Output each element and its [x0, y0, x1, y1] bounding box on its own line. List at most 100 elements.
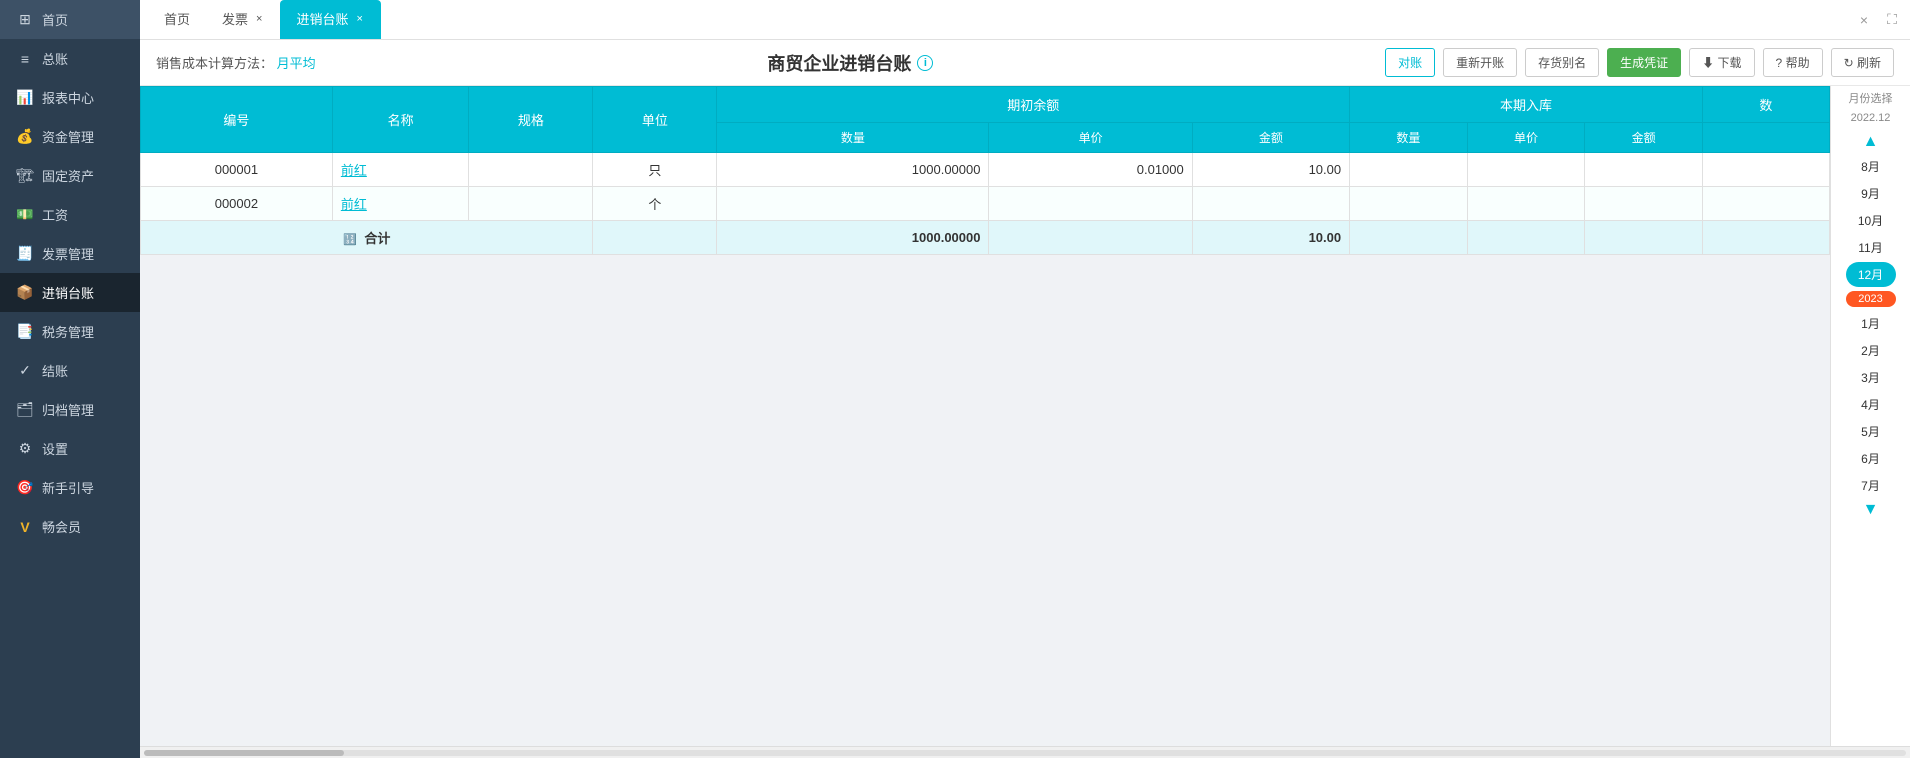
month-item-9[interactable]: 9月	[1846, 181, 1896, 206]
tab-invoice-label: 发票	[222, 9, 248, 28]
ledger-icon: ≡	[16, 51, 34, 67]
year-2023-badge: 2023	[1846, 291, 1896, 307]
month-item-4[interactable]: 4月	[1846, 392, 1896, 417]
scrollbar-area	[140, 746, 1910, 758]
closing-icon: ✓	[16, 362, 34, 379]
row2-name: 前红	[332, 187, 469, 221]
table-row: 000002 前红 个	[141, 187, 1830, 221]
sidebar-label-reports: 报表中心	[42, 88, 94, 107]
tab-invoice[interactable]: 发票 ×	[206, 0, 280, 39]
sidebar-label-guide: 新手引导	[42, 478, 94, 497]
sidebar-item-home[interactable]: ⊞ 首页	[0, 0, 140, 39]
duizhang-button[interactable]: 对账	[1385, 48, 1435, 77]
total-unit	[593, 221, 717, 255]
period-start-header: 期初余额	[717, 87, 1350, 123]
row1-spec	[469, 153, 593, 187]
total-qty-start: 1000.00000	[717, 221, 989, 255]
refresh-button[interactable]: ↻ 刷新	[1831, 48, 1894, 77]
sidebar-item-ledger[interactable]: ≡ 总账	[0, 39, 140, 78]
sidebar-item-settings[interactable]: ⚙ 设置	[0, 429, 140, 468]
row2-extra	[1702, 187, 1829, 221]
sidebar: ⊞ 首页 ≡ 总账 📊 报表中心 💰 资金管理 🏗 固定资产 💵 工资 🧾 发票…	[0, 0, 140, 758]
month-item-11[interactable]: 11月	[1846, 235, 1896, 260]
sidebar-label-home: 首页	[42, 10, 68, 29]
table-area: 编号 名称 规格 单位 期初余额 本期入库 数 数量 单价 金额 数量 单价	[140, 86, 1830, 746]
total-label-cell: 🔢 合计	[141, 221, 593, 255]
sidebar-item-closing[interactable]: ✓ 结账	[0, 351, 140, 390]
month-item-2[interactable]: 2月	[1846, 338, 1896, 363]
tab-inventory[interactable]: 进销台账 ×	[280, 0, 380, 39]
sub-qty-start: 数量	[717, 123, 989, 153]
month-item-3[interactable]: 3月	[1846, 365, 1896, 390]
row2-qty-start	[717, 187, 989, 221]
month-up-arrow[interactable]: ▲	[1863, 131, 1879, 153]
sidebar-item-invoice[interactable]: 🧾 发票管理	[0, 234, 140, 273]
toolbar: 销售成本计算方法： 月平均 商贸企业进销台账 i 对账 重新开账 存货别名 生成…	[140, 40, 1910, 86]
tab-inventory-close[interactable]: ×	[354, 13, 364, 25]
month-item-12[interactable]: 12月	[1846, 262, 1896, 287]
month-item-10[interactable]: 10月	[1846, 208, 1896, 233]
vip-icon: V	[16, 519, 34, 535]
sidebar-item-guide[interactable]: 🎯 新手引导	[0, 468, 140, 507]
row2-spec	[469, 187, 593, 221]
download-button[interactable]: ⬇ 下载	[1689, 48, 1754, 77]
row2-amount-in	[1585, 187, 1703, 221]
inventory-icon: 📦	[16, 284, 34, 301]
scrollbar-track[interactable]	[144, 750, 1906, 756]
month-down-arrow[interactable]: ▼	[1863, 499, 1879, 521]
download-icon: ⬇	[1702, 56, 1714, 70]
sidebar-item-reports[interactable]: 📊 报表中心	[0, 78, 140, 117]
generate-voucher-button[interactable]: 生成凭证	[1607, 48, 1681, 77]
month-panel-title: 月份选择	[1849, 92, 1893, 107]
row1-qty-start: 1000.00000	[717, 153, 989, 187]
window-maximize-button[interactable]: ⛶	[1882, 10, 1902, 30]
row2-price-start	[989, 187, 1192, 221]
sub-amount-in: 金额	[1585, 123, 1703, 153]
month-picker-panel: 月份选择 2022.12 ▲ 8月 9月 10月 11月 12月 2023 1月…	[1830, 86, 1910, 746]
sidebar-item-salary[interactable]: 💵 工资	[0, 195, 140, 234]
month-item-8[interactable]: 8月	[1846, 154, 1896, 179]
window-close-button[interactable]: ×	[1854, 10, 1874, 30]
guide-icon: 🎯	[16, 479, 34, 496]
title-info-icon[interactable]: i	[917, 55, 933, 71]
sidebar-item-vip[interactable]: V 畅会员	[0, 507, 140, 546]
month-item-5[interactable]: 5月	[1846, 419, 1896, 444]
sidebar-item-funds[interactable]: 💰 资金管理	[0, 117, 140, 156]
reopen-button[interactable]: 重新开账	[1443, 48, 1517, 77]
month-item-1[interactable]: 1月	[1846, 311, 1896, 336]
tab-invoice-close[interactable]: ×	[254, 13, 264, 25]
sidebar-label-tax: 税务管理	[42, 322, 94, 341]
sidebar-label-funds: 资金管理	[42, 127, 94, 146]
row1-amount-start: 10.00	[1192, 153, 1349, 187]
month-item-7[interactable]: 7月	[1846, 473, 1896, 498]
home-icon: ⊞	[16, 11, 34, 28]
sidebar-item-assets[interactable]: 🏗 固定资产	[0, 156, 140, 195]
help-button[interactable]: ? 帮助	[1763, 48, 1823, 77]
assets-icon: 🏗	[16, 167, 34, 184]
sub-extra	[1702, 123, 1829, 153]
row2-amount-start	[1192, 187, 1349, 221]
scrollbar-thumb[interactable]	[144, 750, 344, 756]
help-icon: ?	[1776, 56, 1783, 70]
col-name-header: 名称	[332, 87, 469, 153]
total-price-in	[1467, 221, 1585, 255]
row1-id: 000001	[141, 153, 333, 187]
sidebar-label-archive: 归档管理	[42, 400, 94, 419]
month-item-6[interactable]: 6月	[1846, 446, 1896, 471]
sidebar-label-settings: 设置	[42, 439, 68, 458]
row1-unit: 只	[593, 153, 717, 187]
sidebar-item-inventory[interactable]: 📦 进销台账	[0, 273, 140, 312]
total-amount-in	[1585, 221, 1703, 255]
save-alias-button[interactable]: 存货别名	[1525, 48, 1599, 77]
sidebar-label-closing: 结账	[42, 361, 68, 380]
invoice-icon: 🧾	[16, 245, 34, 262]
sidebar-item-archive[interactable]: 🗂 归档管理	[0, 390, 140, 429]
settings-icon: ⚙	[16, 440, 34, 457]
reports-icon: 📊	[16, 89, 34, 106]
tab-home[interactable]: 首页	[148, 0, 206, 39]
sidebar-item-tax[interactable]: 📑 税务管理	[0, 312, 140, 351]
total-price-start	[989, 221, 1192, 255]
sidebar-label-inventory: 进销台账	[42, 283, 94, 302]
content-area: 编号 名称 规格 单位 期初余额 本期入库 数 数量 单价 金额 数量 单价	[140, 86, 1910, 746]
total-icon: 🔢	[343, 234, 357, 246]
